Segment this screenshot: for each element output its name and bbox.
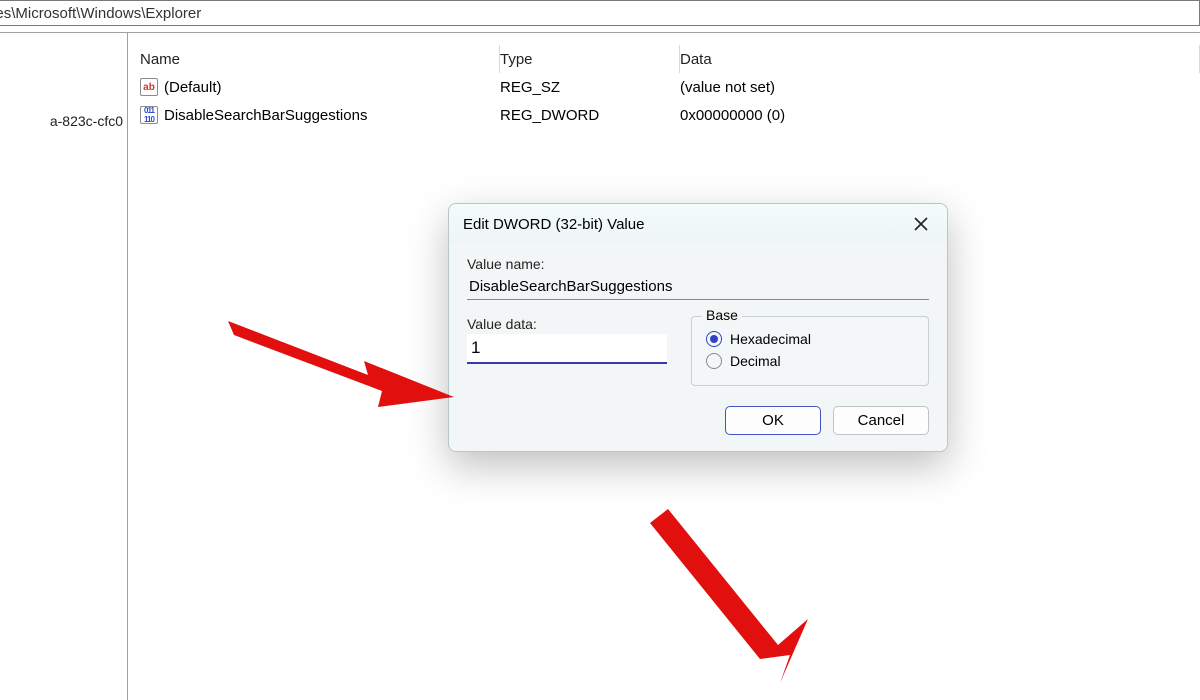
- annotation-arrow-icon: [228, 321, 458, 415]
- row-name: DisableSearchBarSuggestions: [164, 107, 367, 124]
- address-bar[interactable]: e\Policies\Microsoft\Windows\Explorer: [0, 0, 1200, 26]
- radio-unselected-icon: [706, 353, 722, 369]
- col-header-data[interactable]: Data: [680, 45, 1200, 73]
- table-row[interactable]: 011110 DisableSearchBarSuggestions REG_D…: [128, 101, 1200, 129]
- row-name: (Default): [164, 79, 222, 96]
- base-label: Base: [702, 307, 742, 323]
- value-data-field[interactable]: [467, 334, 667, 364]
- tree-pane[interactable]: a-823c-cfc0: [0, 32, 128, 700]
- annotation-arrow-icon: [628, 493, 828, 687]
- dialog-titlebar[interactable]: Edit DWORD (32-bit) Value: [449, 204, 947, 242]
- cancel-button[interactable]: Cancel: [833, 406, 929, 435]
- base-group: Base Hexadecimal Decimal: [691, 316, 929, 386]
- row-data: (value not set): [680, 79, 1200, 96]
- list-header: Name Type Data: [128, 45, 1200, 73]
- address-path: e\Policies\Microsoft\Windows\Explorer: [0, 5, 201, 22]
- value-name-field[interactable]: [467, 274, 929, 300]
- list-pane: Name Type Data ab (Default) REG_SZ (valu…: [128, 32, 1200, 700]
- edit-dword-dialog: Edit DWORD (32-bit) Value Value name: Va…: [448, 203, 948, 452]
- value-data-label: Value data:: [467, 316, 667, 332]
- col-header-name[interactable]: Name: [140, 45, 500, 73]
- radio-hexadecimal[interactable]: Hexadecimal: [706, 331, 914, 347]
- dialog-title: Edit DWORD (32-bit) Value: [463, 216, 644, 233]
- tree-item[interactable]: a-823c-cfc0: [0, 113, 123, 129]
- reg-sz-icon: ab: [140, 78, 158, 96]
- reg-dword-icon: 011110: [140, 106, 158, 124]
- row-data: 0x00000000 (0): [680, 107, 1200, 124]
- radio-selected-icon: [706, 331, 722, 347]
- value-name-label: Value name:: [467, 256, 929, 272]
- close-icon[interactable]: [909, 212, 933, 236]
- radio-decimal[interactable]: Decimal: [706, 353, 914, 369]
- row-type: REG_DWORD: [500, 107, 680, 124]
- row-type: REG_SZ: [500, 79, 680, 96]
- ok-button[interactable]: OK: [725, 406, 821, 435]
- table-row[interactable]: ab (Default) REG_SZ (value not set): [128, 73, 1200, 101]
- col-header-type[interactable]: Type: [500, 45, 680, 73]
